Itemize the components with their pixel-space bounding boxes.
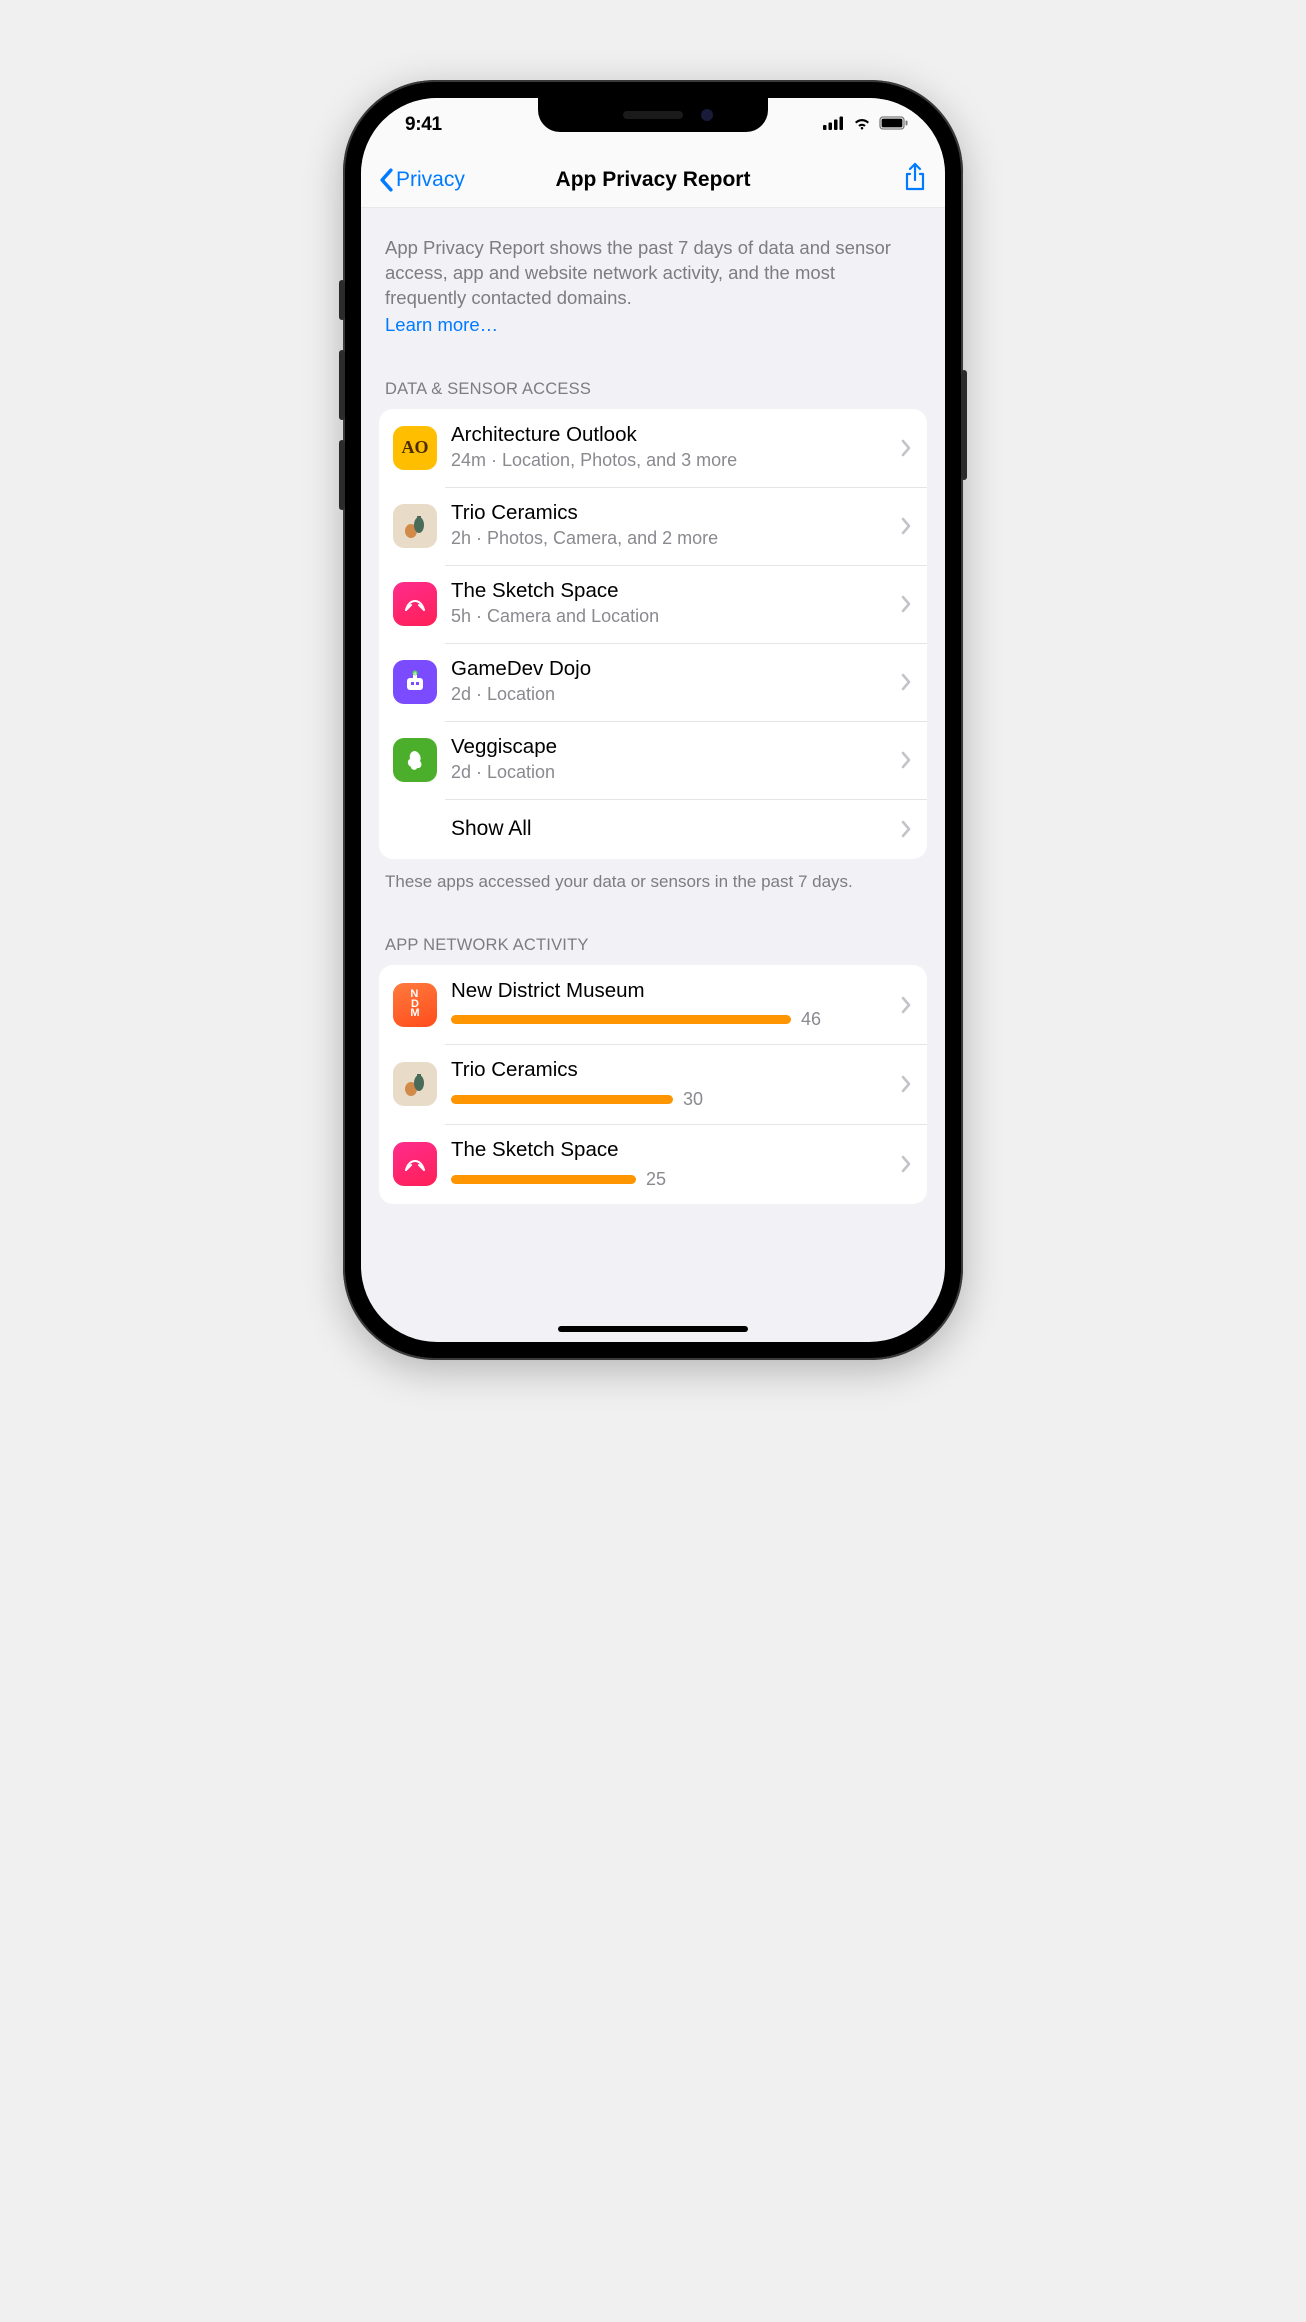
app-access-detail: 2h · Photos, Camera, and 2 more <box>451 527 893 550</box>
svg-text:G: G <box>414 672 417 676</box>
list-data-sensor: AO Architecture Outlook 24m · Location, … <box>379 409 927 859</box>
network-row[interactable]: Trio Ceramics 30 <box>379 1044 927 1124</box>
app-name: New District Museum <box>451 979 893 1004</box>
chevron-left-icon <box>379 168 394 192</box>
network-row[interactable]: The Sketch Space 25 <box>379 1124 927 1204</box>
power-button <box>961 370 967 480</box>
volume-down-button <box>339 440 345 510</box>
app-name: Veggiscape <box>451 735 893 760</box>
chevron-right-icon <box>901 517 911 535</box>
chevron-right-icon <box>901 751 911 769</box>
app-name: GameDev Dojo <box>451 657 893 682</box>
activity-value: 25 <box>646 1169 666 1190</box>
chevron-right-icon <box>901 996 911 1014</box>
show-all-row[interactable]: Show All <box>379 799 927 859</box>
app-name: Architecture Outlook <box>451 423 893 448</box>
volume-up-button <box>339 350 345 420</box>
chevron-right-icon <box>901 1155 911 1173</box>
chevron-right-icon <box>901 1075 911 1093</box>
app-access-detail: 2d · Location <box>451 683 893 706</box>
list-network: NDM New District Museum 46 Trio Ceramics… <box>379 965 927 1204</box>
content[interactable]: App Privacy Report shows the past 7 days… <box>361 208 945 1342</box>
app-row[interactable]: Veggiscape 2d · Location <box>379 721 927 799</box>
app-icon <box>393 504 437 548</box>
intro-text: App Privacy Report shows the past 7 days… <box>379 208 927 338</box>
app-icon <box>393 1062 437 1106</box>
app-icon <box>393 1142 437 1186</box>
activity-bar <box>451 1175 636 1184</box>
share-button[interactable] <box>903 162 927 197</box>
app-name: Trio Ceramics <box>451 1058 893 1083</box>
app-icon: NDM <box>393 983 437 1027</box>
app-row[interactable]: AO Architecture Outlook 24m · Location, … <box>379 409 927 487</box>
share-icon <box>903 162 927 192</box>
show-all-label: Show All <box>451 816 893 841</box>
app-access-detail: 5h · Camera and Location <box>451 605 893 628</box>
app-row[interactable]: G GameDev Dojo 2d · Location <box>379 643 927 721</box>
status-time: 9:41 <box>405 114 442 136</box>
home-indicator[interactable] <box>558 1326 748 1332</box>
phone-frame: 9:41 Privacy App Privacy Report <box>343 80 963 1360</box>
section-header-network: APP NETWORK ACTIVITY <box>379 894 927 965</box>
app-name: The Sketch Space <box>451 1138 893 1163</box>
app-icon <box>393 582 437 626</box>
back-label: Privacy <box>396 168 465 192</box>
chevron-right-icon <box>901 595 911 613</box>
cellular-signal-icon <box>823 116 845 135</box>
battery-icon <box>879 116 909 135</box>
app-access-detail: 24m · Location, Photos, and 3 more <box>451 449 893 472</box>
wifi-icon <box>852 116 872 135</box>
learn-more-link[interactable]: Learn more… <box>385 313 921 338</box>
screen: 9:41 Privacy App Privacy Report <box>361 98 945 1342</box>
activity-value: 46 <box>801 1009 821 1030</box>
app-icon <box>393 738 437 782</box>
app-name: The Sketch Space <box>451 579 893 604</box>
chevron-right-icon <box>901 820 911 838</box>
mute-switch <box>339 280 345 320</box>
app-row[interactable]: Trio Ceramics 2h · Photos, Camera, and 2… <box>379 487 927 565</box>
nav-bar: Privacy App Privacy Report <box>361 152 945 208</box>
activity-bar <box>451 1015 791 1024</box>
section-header-data-sensor: DATA & SENSOR ACCESS <box>379 338 927 409</box>
app-access-detail: 2d · Location <box>451 761 893 784</box>
notch <box>538 98 768 132</box>
app-name: Trio Ceramics <box>451 501 893 526</box>
activity-bar <box>451 1095 673 1104</box>
activity-value: 30 <box>683 1089 703 1110</box>
app-icon: AO <box>393 426 437 470</box>
network-row[interactable]: NDM New District Museum 46 <box>379 965 927 1045</box>
app-icon: G <box>393 660 437 704</box>
back-button[interactable]: Privacy <box>379 168 465 192</box>
app-row[interactable]: The Sketch Space 5h · Camera and Locatio… <box>379 565 927 643</box>
chevron-right-icon <box>901 673 911 691</box>
section-footer-data-sensor: These apps accessed your data or sensors… <box>379 859 927 894</box>
chevron-right-icon <box>901 439 911 457</box>
